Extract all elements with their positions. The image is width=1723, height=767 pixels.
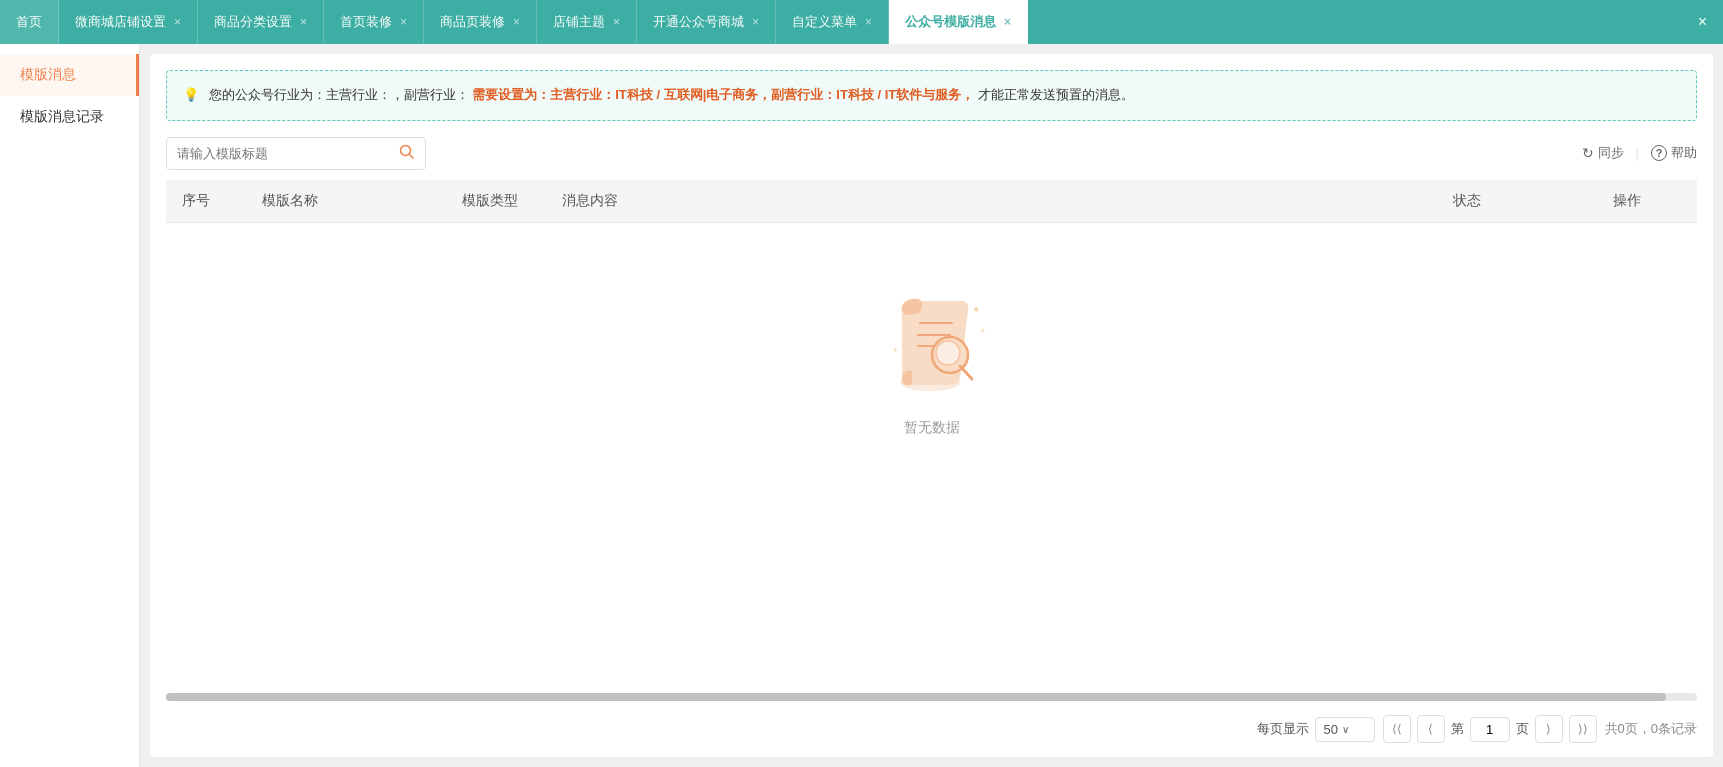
tab-category-settings[interactable]: 商品分类设置 × (198, 0, 324, 44)
info-banner: 💡 您的公众号行业为：主营行业：，副营行业： 需要设置为：主营行业：IT科技 /… (166, 70, 1697, 121)
tab-store-theme-close[interactable]: × (613, 15, 620, 29)
help-label: 帮助 (1671, 144, 1697, 162)
search-icon[interactable] (399, 144, 415, 163)
data-table: 序号 模版名称 模版类型 消息内容 状态 操作 (166, 180, 1697, 477)
col-type: 模版类型 (446, 180, 546, 223)
tab-home-decoration-label: 首页装修 (340, 13, 392, 31)
prev-page-button[interactable]: ⟨ (1417, 715, 1445, 743)
sidebar-item-template-msg-label: 模版消息 (20, 66, 76, 82)
tab-home[interactable]: 首页 (0, 0, 59, 44)
content-area: 💡 您的公众号行业为：主营行业：，副营行业： 需要设置为：主营行业：IT科技 /… (150, 54, 1713, 757)
help-button[interactable]: ? 帮助 (1651, 144, 1697, 162)
next-page-button[interactable]: ⟩ (1535, 715, 1563, 743)
page-unit: 页 (1516, 720, 1529, 738)
tab-product-decoration-label: 商品页装修 (440, 13, 505, 31)
tab-custom-menu-close[interactable]: × (865, 15, 872, 29)
svg-line-8 (960, 366, 972, 379)
tab-shop-settings-label: 微商城店铺设置 (75, 13, 166, 31)
info-banner-text2: 才能正常发送预置的消息。 (978, 87, 1134, 102)
close-all-button[interactable]: × (1682, 13, 1723, 31)
tab-template-msg[interactable]: 公众号模版消息 × (889, 0, 1028, 44)
empty-illustration: ✦ ✦ ✦ (872, 283, 992, 403)
empty-state-row: ✦ ✦ ✦ 暂无数据 (166, 222, 1697, 477)
scrollbar-track[interactable] (166, 693, 1697, 701)
tab-category-settings-close[interactable]: × (300, 15, 307, 29)
main-layout: 模版消息 模版消息记录 💡 您的公众号行业为：主营行业：，副营行业： 需要设置为… (0, 44, 1723, 767)
sidebar-item-template-msg-records[interactable]: 模版消息记录 (0, 96, 139, 138)
page-size-select: 每页显示 50 ∨ (1257, 717, 1375, 742)
tab-store-theme[interactable]: 店铺主题 × (537, 0, 637, 44)
page-label: 第 (1451, 720, 1464, 738)
tab-open-mall-label: 开通公众号商城 (653, 13, 744, 31)
tab-product-decoration-close[interactable]: × (513, 15, 520, 29)
toolbar: ↻ 同步 | ? 帮助 (150, 121, 1713, 180)
page-nav: ⟨⟨ ⟨ 第 页 ⟩ ⟩⟩ (1383, 715, 1597, 743)
total-info: 共0页，0条记录 (1605, 720, 1697, 738)
info-banner-text1: 您的公众号行业为：主营行业：，副营行业： (209, 87, 469, 102)
table-header-row: 序号 模版名称 模版类型 消息内容 状态 操作 (166, 180, 1697, 223)
pagination: 每页显示 50 ∨ ⟨⟨ ⟨ 第 页 ⟩ ⟩⟩ 共0页，0条记录 (150, 701, 1713, 757)
col-action: 操作 (1597, 180, 1697, 223)
svg-line-1 (410, 154, 414, 158)
tab-home-label: 首页 (16, 13, 42, 31)
tab-open-mall-close[interactable]: × (752, 15, 759, 29)
bulb-icon: 💡 (183, 87, 199, 102)
col-seq: 序号 (166, 180, 246, 223)
tab-home-decoration[interactable]: 首页装修 × (324, 0, 424, 44)
tab-open-mall[interactable]: 开通公众号商城 × (637, 0, 776, 44)
col-content: 消息内容 (546, 180, 1437, 223)
svg-text:✦: ✦ (972, 304, 980, 315)
col-status: 状态 (1437, 180, 1597, 223)
sidebar: 模版消息 模版消息记录 (0, 44, 140, 767)
col-name: 模版名称 (246, 180, 446, 223)
last-page-button[interactable]: ⟩⟩ (1569, 715, 1597, 743)
tab-custom-menu-label: 自定义菜单 (792, 13, 857, 31)
help-icon: ? (1651, 145, 1667, 161)
svg-text:✦: ✦ (980, 327, 986, 334)
tab-shop-settings-close[interactable]: × (174, 15, 181, 29)
table-wrap: 序号 模版名称 模版类型 消息内容 状态 操作 (150, 180, 1713, 683)
page-input: 第 页 (1451, 717, 1529, 742)
empty-text: 暂无数据 (904, 419, 960, 437)
sync-icon: ↻ (1582, 145, 1594, 161)
svg-text:✦: ✦ (892, 346, 899, 355)
chevron-down-icon: ∨ (1342, 724, 1349, 735)
svg-point-7 (936, 341, 960, 365)
page-size-value: 50 (1324, 722, 1338, 737)
search-box[interactable] (166, 137, 426, 170)
tab-product-decoration[interactable]: 商品页装修 × (424, 0, 537, 44)
toolbar-right: ↻ 同步 | ? 帮助 (1582, 144, 1697, 162)
info-banner-highlight: 需要设置为：主营行业：IT科技 / 互联网|电子商务，副营行业：IT科技 / I… (472, 87, 974, 102)
scrollbar-area[interactable] (150, 683, 1713, 701)
sidebar-item-template-msg[interactable]: 模版消息 (0, 54, 139, 96)
sidebar-item-template-msg-records-label: 模版消息记录 (20, 108, 104, 124)
first-page-button[interactable]: ⟨⟨ (1383, 715, 1411, 743)
tab-custom-menu[interactable]: 自定义菜单 × (776, 0, 889, 44)
tab-template-msg-close[interactable]: × (1004, 15, 1011, 29)
tab-shop-settings[interactable]: 微商城店铺设置 × (59, 0, 198, 44)
search-input[interactable] (177, 146, 399, 161)
scrollbar-thumb[interactable] (166, 693, 1666, 701)
toolbar-divider: | (1636, 146, 1639, 161)
empty-state-cell: ✦ ✦ ✦ 暂无数据 (166, 222, 1697, 477)
page-size-label: 每页显示 (1257, 720, 1309, 738)
sync-label: 同步 (1598, 144, 1624, 162)
tab-template-msg-label: 公众号模版消息 (905, 13, 996, 31)
empty-state: ✦ ✦ ✦ 暂无数据 (166, 223, 1697, 477)
tab-category-settings-label: 商品分类设置 (214, 13, 292, 31)
page-size-dropdown[interactable]: 50 ∨ (1315, 717, 1375, 742)
tab-home-decoration-close[interactable]: × (400, 15, 407, 29)
sync-button[interactable]: ↻ 同步 (1582, 144, 1624, 162)
page-number-input[interactable] (1470, 717, 1510, 742)
top-nav: 首页 微商城店铺设置 × 商品分类设置 × 首页装修 × 商品页装修 × 店铺主… (0, 0, 1723, 44)
tab-store-theme-label: 店铺主题 (553, 13, 605, 31)
